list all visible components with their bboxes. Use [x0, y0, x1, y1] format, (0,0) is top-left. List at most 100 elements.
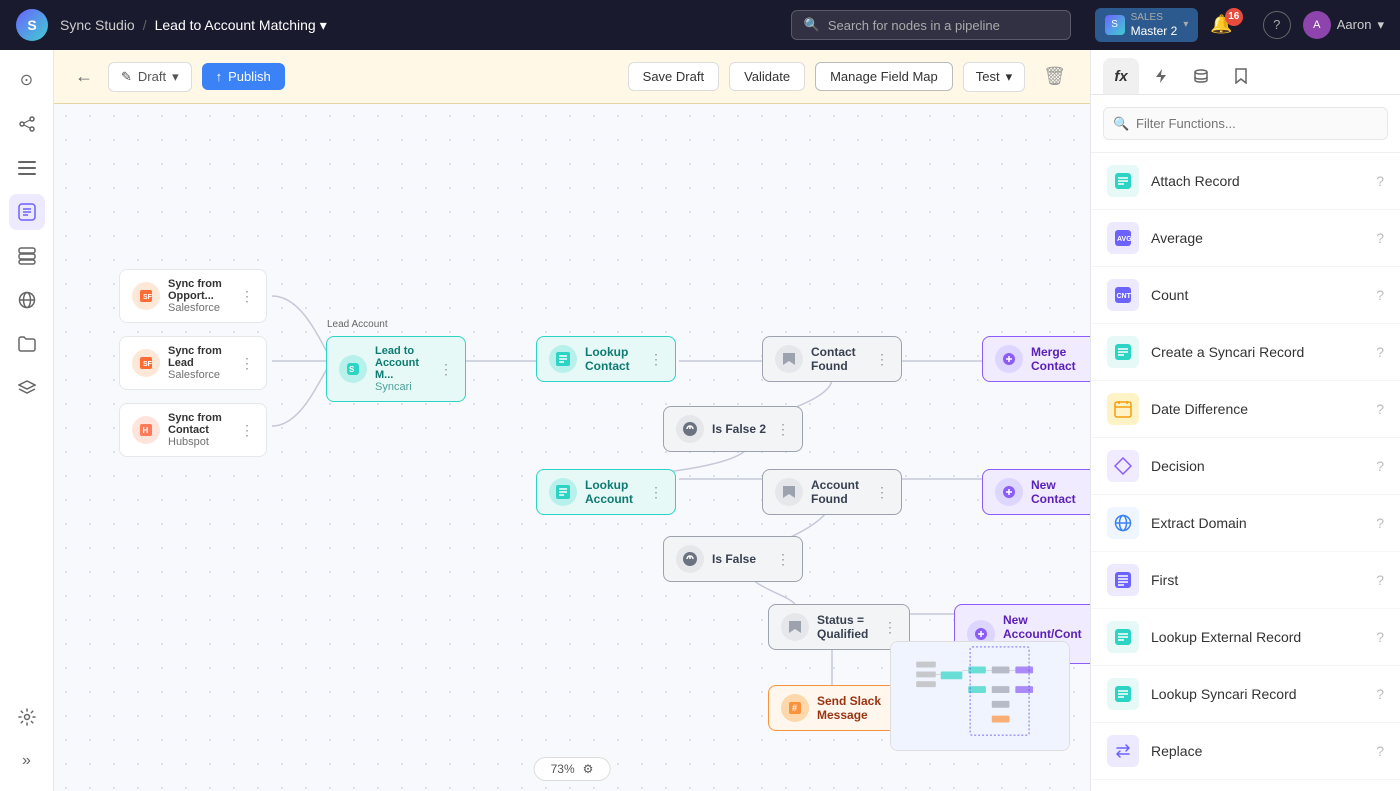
node-sync-opport[interactable]: SF Sync from Opport... Salesforce ⋮	[119, 269, 267, 323]
date-difference-icon	[1107, 393, 1139, 425]
attach-record-label: Attach Record	[1151, 173, 1364, 189]
sidebar-item-home[interactable]: ⊙	[9, 62, 45, 98]
node-lead-account-match[interactable]: S Lead to Account M... Syncari ⋮	[326, 336, 466, 402]
create-syncari-help[interactable]: ?	[1376, 344, 1384, 360]
function-item-extract-domain[interactable]: Extract Domain ?	[1091, 495, 1400, 552]
function-item-decision[interactable]: Decision ?	[1091, 438, 1400, 495]
left-sidebar: ⊙ »	[0, 50, 54, 791]
publish-icon: ↑	[216, 69, 223, 84]
lookup-syncari-help[interactable]: ?	[1376, 686, 1384, 702]
breadcrumb: Sync Studio / Lead to Account Matching ▾	[60, 17, 327, 34]
flow-canvas[interactable]: SF Sync from Opport... Salesforce ⋮ SF S…	[54, 104, 1090, 791]
function-list: Attach Record ? AVG Average ? CNT Count …	[1091, 153, 1400, 791]
extract-domain-help[interactable]: ?	[1376, 515, 1384, 531]
app-logo[interactable]: S	[16, 9, 48, 41]
sidebar-item-list[interactable]	[9, 150, 45, 186]
node-new-contact[interactable]: New Contact ⋮	[982, 469, 1090, 515]
average-help[interactable]: ?	[1376, 230, 1384, 246]
user-menu[interactable]: A Aaron ▾	[1303, 11, 1384, 39]
count-icon: CNT	[1107, 279, 1139, 311]
panel-tab-fx[interactable]: fx	[1103, 58, 1139, 94]
search-icon: 🔍	[1113, 116, 1129, 132]
save-draft-button[interactable]: Save Draft	[628, 62, 719, 91]
sidebar-item-folder[interactable]	[9, 326, 45, 362]
date-difference-help[interactable]: ?	[1376, 401, 1384, 417]
function-item-attach-record[interactable]: Attach Record ?	[1091, 153, 1400, 210]
create-syncari-label: Create a Syncari Record	[1151, 344, 1364, 360]
node-lookup-contact[interactable]: Lookup Contact ⋮	[536, 336, 676, 382]
right-panel: fx 🔍 Attach Record	[1090, 50, 1400, 791]
first-label: First	[1151, 572, 1364, 588]
pipeline-name[interactable]: Lead to Account Matching ▾	[155, 17, 327, 34]
function-search-input[interactable]	[1103, 107, 1388, 140]
panel-tab-layers[interactable]	[1183, 58, 1219, 94]
node-lookup-account[interactable]: Lookup Account ⋮	[536, 469, 676, 515]
function-item-first[interactable]: First ?	[1091, 552, 1400, 609]
global-search[interactable]: 🔍 Search for nodes in a pipeline	[791, 10, 1071, 40]
attach-record-help[interactable]: ?	[1376, 173, 1384, 189]
decision-help[interactable]: ?	[1376, 458, 1384, 474]
function-item-count[interactable]: CNT Count ?	[1091, 267, 1400, 324]
sidebar-item-layers[interactable]	[9, 370, 45, 406]
function-item-lookup-external[interactable]: Lookup External Record ?	[1091, 609, 1400, 666]
node-is-false-2[interactable]: Is False 2 ⋮	[663, 406, 803, 452]
panel-tab-bookmark[interactable]	[1223, 58, 1259, 94]
panel-tab-bolt[interactable]	[1143, 58, 1179, 94]
node-sync-lead[interactable]: SF Sync from Lead Salesforce ⋮	[119, 336, 267, 390]
svg-text:#: #	[792, 703, 797, 713]
sidebar-item-pipeline[interactable]	[9, 194, 45, 230]
attach-record-icon	[1107, 165, 1139, 197]
sidebar-item-expand[interactable]: »	[9, 743, 45, 779]
first-help[interactable]: ?	[1376, 572, 1384, 588]
svg-text:H: H	[143, 426, 149, 435]
replace-icon	[1107, 735, 1139, 767]
zoom-settings-icon[interactable]: ⚙	[583, 762, 594, 776]
node-sync-contact[interactable]: H Sync from Contact Hubspot ⋮	[119, 403, 267, 457]
publish-label: Publish	[228, 69, 271, 84]
validate-button[interactable]: Validate	[729, 62, 805, 91]
count-help[interactable]: ?	[1376, 287, 1384, 303]
publish-button[interactable]: ↑ Publish	[202, 63, 285, 90]
svg-text:S: S	[349, 365, 355, 374]
zoom-level: 73%	[551, 762, 575, 776]
node-merge-contact[interactable]: Merge Contact ⋮	[982, 336, 1090, 382]
function-item-average[interactable]: AVG Average ?	[1091, 210, 1400, 267]
node-contact-found[interactable]: Contact Found ⋮	[762, 336, 902, 382]
workspace-icon: S	[1105, 15, 1125, 35]
decision-icon	[1107, 450, 1139, 482]
lookup-external-help[interactable]: ?	[1376, 629, 1384, 645]
node-account-found[interactable]: Account Found ⋮	[762, 469, 902, 515]
draft-chevron: ▾	[172, 69, 179, 85]
replace-help[interactable]: ?	[1376, 743, 1384, 759]
avatar: A	[1303, 11, 1331, 39]
delete-button[interactable]: 🗑	[1035, 62, 1074, 91]
sidebar-item-graph[interactable]	[9, 106, 45, 142]
node-is-false[interactable]: Is False ⋮	[663, 536, 803, 582]
node-status-qualified[interactable]: Status = Qualified ⋮	[768, 604, 910, 650]
extract-domain-icon	[1107, 507, 1139, 539]
workspace-selector[interactable]: S SALES Master 2 ▾	[1095, 8, 1199, 42]
sidebar-item-settings[interactable]	[9, 699, 45, 735]
average-icon: AVG	[1107, 222, 1139, 254]
draft-button[interactable]: ✎ Draft ▾	[108, 62, 192, 92]
test-button[interactable]: Test ▾	[963, 62, 1025, 92]
function-item-create-syncari[interactable]: Create a Syncari Record ?	[1091, 324, 1400, 381]
top-nav: S Sync Studio / Lead to Account Matching…	[0, 0, 1400, 50]
notification-badge: 16	[1225, 8, 1243, 26]
notifications-area[interactable]: 🔔 16	[1210, 14, 1250, 35]
canvas-wrapper: ← ✎ Draft ▾ ↑ Publish Save Draft Validat…	[54, 50, 1090, 791]
average-label: Average	[1151, 230, 1364, 246]
lookup-syncari-label: Lookup Syncari Record	[1151, 686, 1364, 702]
manage-field-map-button[interactable]: Manage Field Map	[815, 62, 953, 91]
back-button[interactable]: ←	[70, 63, 98, 91]
function-item-replace[interactable]: Replace ?	[1091, 723, 1400, 780]
lookup-external-icon	[1107, 621, 1139, 653]
sidebar-item-data[interactable]	[9, 238, 45, 274]
sidebar-item-globe[interactable]	[9, 282, 45, 318]
toolbar: ← ✎ Draft ▾ ↑ Publish Save Draft Validat…	[54, 50, 1090, 104]
function-item-lookup-syncari[interactable]: Lookup Syncari Record ?	[1091, 666, 1400, 723]
help-button[interactable]: ?	[1263, 11, 1291, 39]
function-item-date-difference[interactable]: Date Difference ?	[1091, 381, 1400, 438]
replace-label: Replace	[1151, 743, 1364, 759]
date-difference-label: Date Difference	[1151, 401, 1364, 417]
